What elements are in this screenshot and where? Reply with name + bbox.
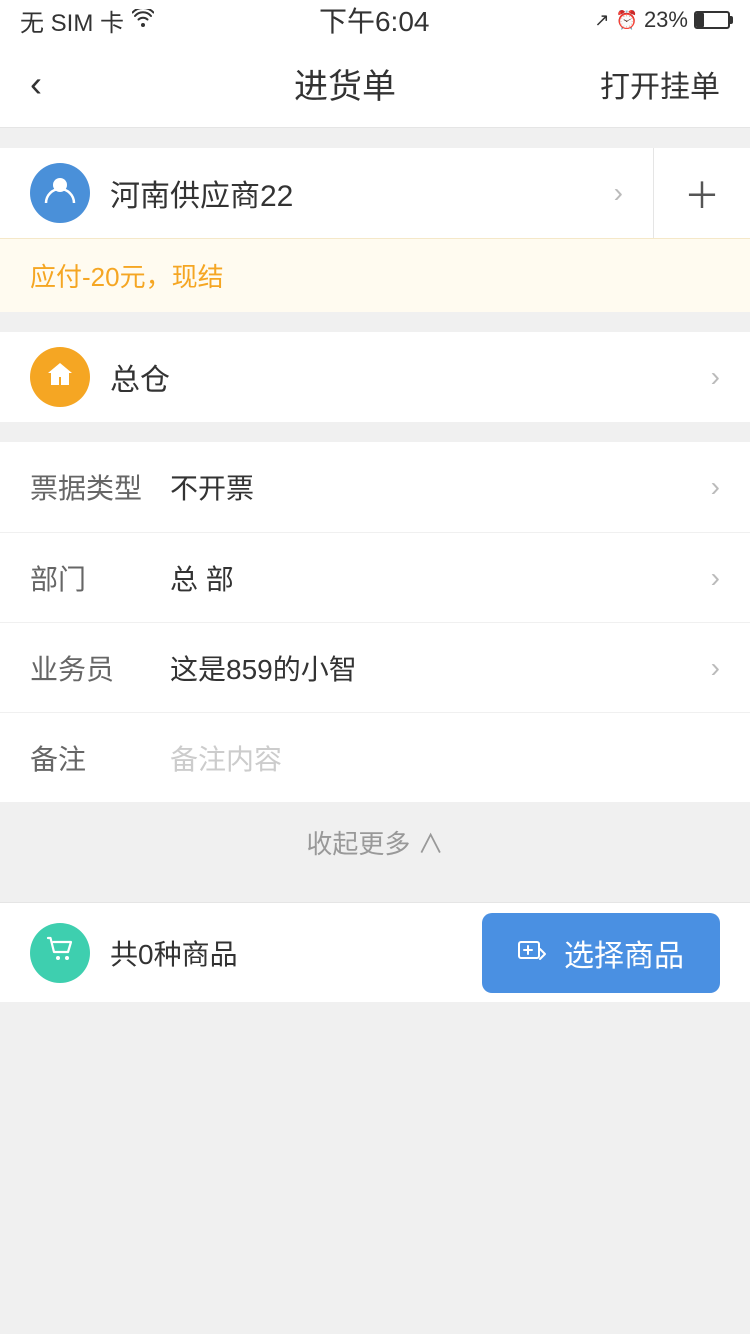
- spacer-1: [0, 128, 750, 148]
- warehouse-name: 总仓: [110, 355, 711, 399]
- status-bar: 无 SIM 卡 下午6:04 ↗ ⏰ 23%: [0, 0, 750, 40]
- user-icon: [43, 172, 77, 214]
- warehouse-row[interactable]: 总仓 ›: [0, 332, 750, 422]
- invoice-chevron-icon: ›: [711, 471, 720, 503]
- spacer-4: [0, 882, 750, 902]
- supplier-chevron-icon: ›: [614, 177, 623, 209]
- footer-bar: 共0种商品 选择商品: [0, 902, 750, 1002]
- collapse-row[interactable]: 收起更多 ∧: [0, 802, 750, 882]
- notice-bar: 应付-20元，现结: [0, 238, 750, 312]
- spacer-2: [0, 312, 750, 332]
- department-chevron-icon: ›: [711, 562, 720, 594]
- cart-icon: [45, 934, 75, 971]
- content: 河南供应商22 › ＋ 应付-20元，现结 总仓 ›: [0, 128, 750, 1002]
- department-row[interactable]: 部门 总 部 ›: [0, 532, 750, 622]
- battery-percent: 23%: [644, 7, 688, 33]
- warehouse-icon: [30, 347, 90, 407]
- select-product-label: 选择商品: [564, 931, 684, 975]
- open-pending-button[interactable]: 打开挂单: [600, 62, 720, 106]
- form-card: 票据类型 不开票 › 部门 总 部 › 业务员 这是859的小智 › 备注 备注…: [0, 442, 750, 802]
- supplier-row[interactable]: 河南供应商22 › ＋: [0, 148, 750, 238]
- status-left: 无 SIM 卡: [20, 3, 154, 38]
- back-button[interactable]: ‹: [30, 63, 90, 105]
- remark-input[interactable]: 备注内容: [150, 738, 720, 778]
- nav-bar: ‹ 进货单 打开挂单: [0, 40, 750, 128]
- invoice-value: 不开票: [150, 467, 711, 507]
- carrier-text: 无 SIM 卡: [20, 3, 124, 38]
- salesman-label: 业务员: [30, 648, 150, 688]
- department-label: 部门: [30, 558, 150, 598]
- remark-label: 备注: [30, 738, 150, 778]
- supplier-card: 河南供应商22 › ＋ 应付-20元，现结: [0, 148, 750, 312]
- cart-icon-wrapper: [30, 923, 90, 983]
- spacer-3: [0, 422, 750, 442]
- location-icon: ↗: [594, 10, 609, 31]
- warehouse-card[interactable]: 总仓 ›: [0, 332, 750, 422]
- page-title: 进货单: [294, 59, 396, 108]
- salesman-chevron-icon: ›: [711, 652, 720, 684]
- collapse-label: 收起更多 ∧: [306, 824, 443, 861]
- wifi-icon: [132, 6, 154, 34]
- salesman-value: 这是859的小智: [150, 648, 711, 688]
- battery-icon: [694, 11, 730, 29]
- select-product-button[interactable]: 选择商品: [482, 913, 720, 993]
- supplier-name: 河南供应商22: [110, 171, 614, 215]
- alarm-icon: ⏰: [616, 10, 638, 31]
- notice-text: 应付-20元，现结: [30, 262, 224, 292]
- status-right: ↗ ⏰ 23%: [594, 7, 730, 33]
- add-supplier-button[interactable]: ＋: [653, 148, 720, 238]
- product-count: 共0种商品: [110, 933, 482, 973]
- salesman-row[interactable]: 业务员 这是859的小智 ›: [0, 622, 750, 712]
- supplier-avatar: [30, 163, 90, 223]
- department-value: 总 部: [150, 558, 711, 598]
- invoice-row[interactable]: 票据类型 不开票 ›: [0, 442, 750, 532]
- warehouse-chevron-icon: ›: [711, 361, 720, 393]
- home-icon: [45, 359, 75, 396]
- invoice-label: 票据类型: [30, 467, 150, 507]
- remark-row[interactable]: 备注 备注内容: [0, 712, 750, 802]
- status-time: 下午6:04: [319, 0, 430, 40]
